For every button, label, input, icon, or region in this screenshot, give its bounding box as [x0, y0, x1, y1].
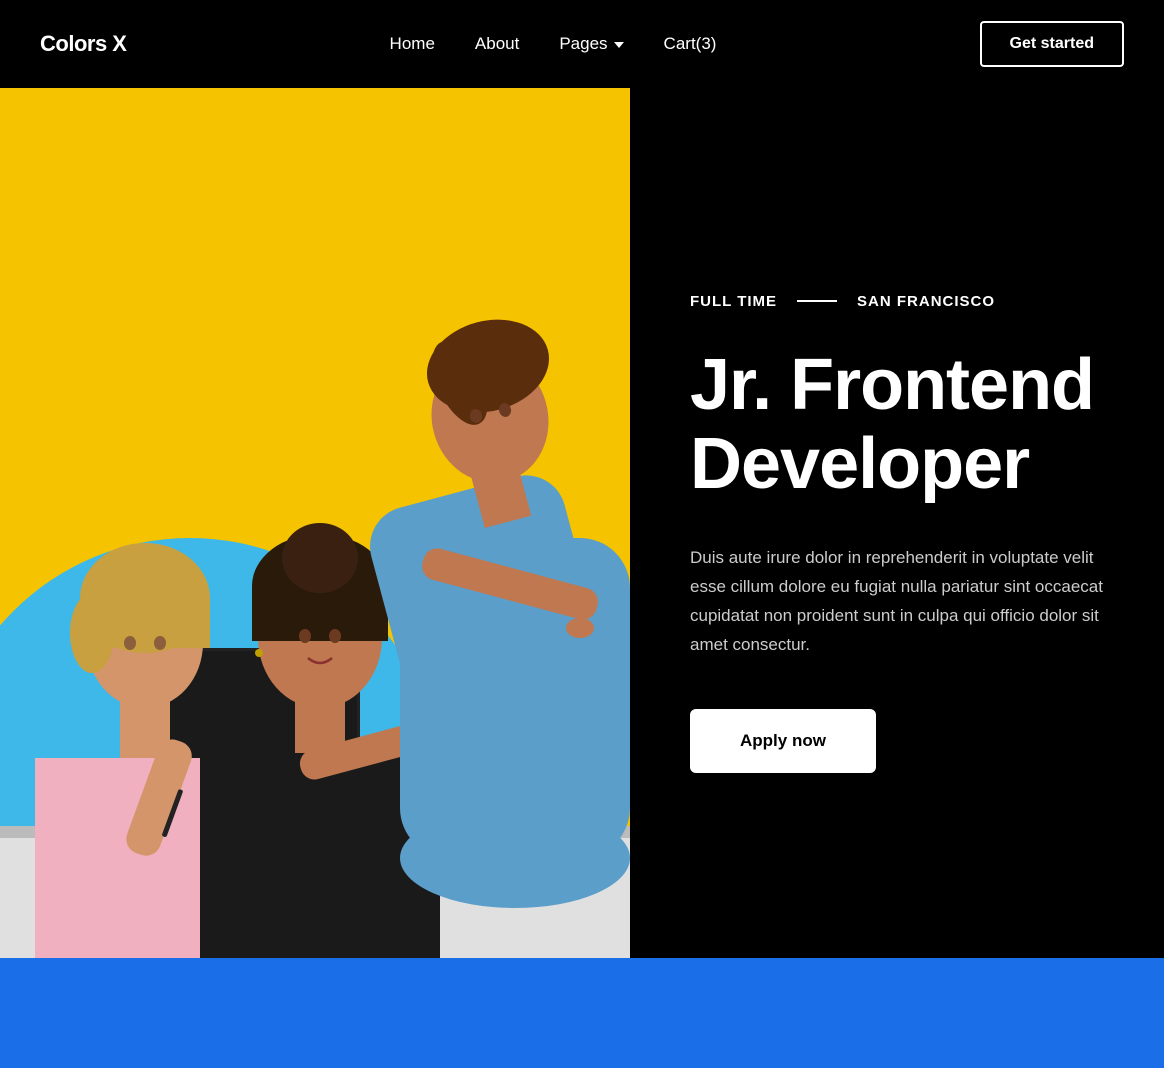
job-title: Jr. Frontend Developer [690, 346, 1104, 504]
nav-pages-label: Pages [559, 34, 607, 54]
job-type: FULL TIME [690, 293, 777, 310]
hero-section: FULL TIME SAN FRANCISCO Jr. Frontend Dev… [0, 88, 1164, 958]
chevron-down-icon [614, 42, 624, 48]
nav-home[interactable]: Home [390, 34, 435, 54]
job-description: Duis aute irure dolor in reprehenderit i… [690, 544, 1104, 660]
hero-content-panel: FULL TIME SAN FRANCISCO Jr. Frontend Dev… [630, 88, 1164, 958]
job-meta-separator [797, 300, 837, 302]
nav-links: Home About Pages Cart(3) [390, 34, 717, 54]
job-title-line2: Developer [690, 424, 1029, 504]
nav-cart[interactable]: Cart(3) [664, 34, 717, 54]
nav-pages-dropdown[interactable]: Pages [559, 34, 623, 54]
job-meta: FULL TIME SAN FRANCISCO [690, 293, 1104, 310]
people-scene [0, 88, 630, 958]
get-started-button[interactable]: Get started [980, 21, 1124, 67]
logo[interactable]: Colors X [40, 31, 126, 57]
job-location: SAN FRANCISCO [857, 293, 995, 310]
nav-about[interactable]: About [475, 34, 519, 54]
navbar: Colors X Home About Pages Cart(3) Get st… [0, 0, 1164, 88]
apply-now-button[interactable]: Apply now [690, 709, 876, 773]
job-title-line1: Jr. Frontend [690, 345, 1094, 425]
bottom-strip [0, 958, 1164, 1068]
hero-image-panel [0, 88, 630, 958]
